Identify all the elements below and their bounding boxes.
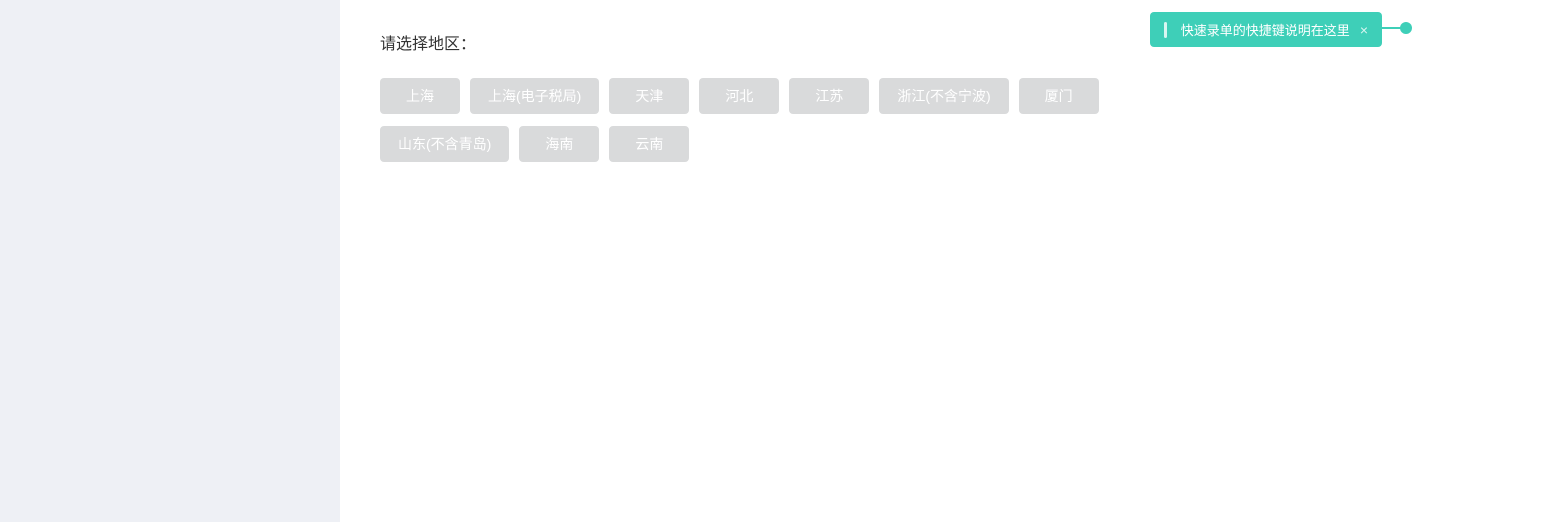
region-button[interactable]: 海南 [519,126,599,162]
tooltip-bar [1164,22,1167,38]
tooltip-text: 快速录单的快捷键说明在这里 [1181,20,1350,39]
region-button[interactable]: 浙江(不含宁波) [879,78,1008,114]
left-sidebar [0,0,340,522]
region-button[interactable]: 河北 [699,78,779,114]
region-button[interactable]: 天津 [609,78,689,114]
tooltip-dot [1400,22,1412,34]
region-button[interactable]: 厦门 [1019,78,1099,114]
region-row-1: 上海上海(电子税局) 天津河北江苏浙江(不含宁波) 厦门 [380,78,1522,114]
tooltip-banner: 快速录单的快捷键说明在这里 × [1150,12,1382,47]
main-content: 请选择地区： 上海上海(电子税局)天津河北江苏浙江(不含宁波)厦门 山东(不含青… [340,0,1562,522]
region-button[interactable]: 江苏 [789,78,869,114]
region-row-2: 山东(不含青岛) 海南云南 [380,126,1522,162]
region-button[interactable]: 上海(电子税局) [470,78,599,114]
region-button[interactable]: 山东(不含青岛) [380,126,509,162]
region-button[interactable]: 云南 [609,126,689,162]
close-icon[interactable]: × [1360,22,1368,38]
region-button[interactable]: 上海 [380,78,460,114]
